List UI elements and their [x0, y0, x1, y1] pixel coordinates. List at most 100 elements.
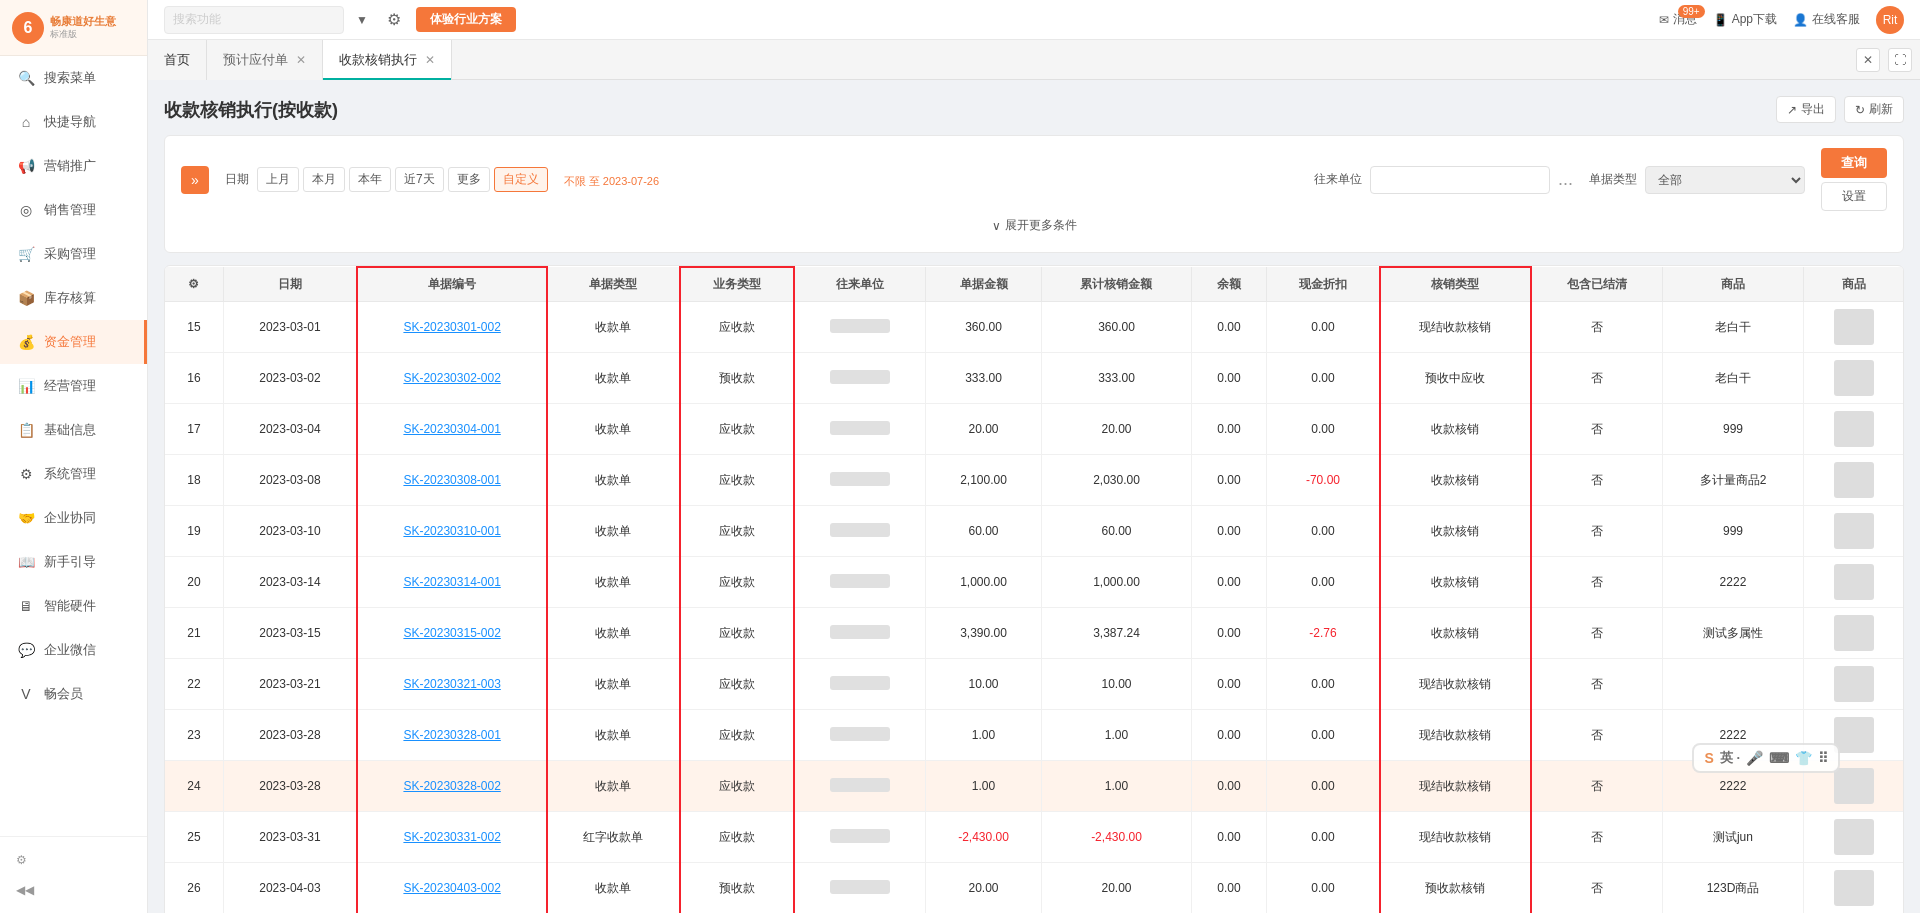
date-btn-last-month[interactable]: 上月 [257, 167, 299, 192]
unit-input[interactable] [1370, 166, 1550, 194]
td-bill-type: 收款单 [547, 404, 679, 455]
tab-expand-btn[interactable]: ⛶ [1888, 48, 1912, 72]
sidebar-item-finance[interactable]: 💰 资金管理 [0, 320, 147, 364]
td-order-no[interactable]: SK-20230301-002 [357, 302, 547, 353]
td-biz-type: 应收款 [680, 608, 794, 659]
topbar-messages[interactable]: ✉ 消息 99+ [1659, 11, 1697, 28]
td-include-settled: 否 [1531, 353, 1663, 404]
expand-more-btn[interactable]: ∨ 展开更多条件 [181, 211, 1887, 240]
td-balance: 0.00 [1191, 812, 1266, 863]
watermark-grid[interactable]: ⠿ [1818, 750, 1828, 766]
td-order-no[interactable]: SK-20230328-001 [357, 710, 547, 761]
td-order-no[interactable]: SK-20230308-001 [357, 455, 547, 506]
filter-settings-btn[interactable]: 设置 [1821, 182, 1887, 211]
td-biz-type: 应收款 [680, 302, 794, 353]
sidebar-item-enterprise[interactable]: 🤝 企业协同 [0, 496, 147, 540]
td-order-no[interactable]: SK-20230321-003 [357, 659, 547, 710]
date-btn-this-year[interactable]: 本年 [349, 167, 391, 192]
sidebar-item-system[interactable]: ⚙ 系统管理 [0, 452, 147, 496]
table-row: 16 2023-03-02 SK-20230302-002 收款单 预收款 33… [165, 353, 1903, 404]
sidebar-item-search[interactable]: 🔍 搜索菜单 [0, 56, 147, 100]
filter-toggle-btn[interactable]: » [181, 166, 209, 194]
topbar-dropdown[interactable]: ▼ [352, 13, 372, 27]
order-no-link[interactable]: SK-20230304-001 [403, 422, 500, 436]
chevron-down-icon: ▼ [356, 13, 368, 27]
date-btn-7days[interactable]: 近7天 [395, 167, 444, 192]
td-goods2 [1804, 404, 1903, 455]
td-nuke-type: 现结收款核销 [1380, 761, 1531, 812]
user-avatar[interactable]: Rit [1876, 6, 1904, 34]
order-no-link[interactable]: SK-20230308-001 [403, 473, 500, 487]
td-no: 16 [165, 353, 223, 404]
query-btn[interactable]: 查询 [1821, 148, 1887, 178]
order-no-link[interactable]: SK-20230301-002 [403, 320, 500, 334]
td-order-no[interactable]: SK-20230331-002 [357, 812, 547, 863]
partner-blurred [830, 472, 890, 486]
sidebar-item-hardware[interactable]: 🖥 智能硬件 [0, 584, 147, 628]
sidebar-item-wechat[interactable]: 💬 企业微信 [0, 628, 147, 672]
order-no-link[interactable]: SK-20230314-001 [403, 575, 500, 589]
sidebar-item-quicknav[interactable]: ⌂ 快捷导航 [0, 100, 147, 144]
bill-type-select[interactable]: 全部 [1645, 166, 1805, 194]
tab-prepay-close[interactable]: ✕ [296, 53, 306, 67]
td-order-no[interactable]: SK-20230310-001 [357, 506, 547, 557]
order-no-link[interactable]: SK-20230403-002 [403, 881, 500, 895]
topbar-online-service[interactable]: 👤 在线客服 [1793, 11, 1860, 28]
date-btn-more[interactable]: 更多 [448, 167, 490, 192]
td-no: 21 [165, 608, 223, 659]
export-btn[interactable]: ↗ 导出 [1776, 96, 1836, 123]
td-order-no[interactable]: SK-20230304-001 [357, 404, 547, 455]
topbar-app-download[interactable]: 📱 App下载 [1713, 11, 1777, 28]
industry-btn[interactable]: 体验行业方案 [416, 7, 516, 32]
sidebar-item-operation[interactable]: 📊 经营管理 [0, 364, 147, 408]
sidebar-settings-btn[interactable]: ⚙ [0, 845, 147, 875]
sidebar-item-basic[interactable]: 📋 基础信息 [0, 408, 147, 452]
mobile-icon: 📱 [1713, 13, 1728, 27]
td-goods2 [1804, 353, 1903, 404]
order-no-link[interactable]: SK-20230331-002 [403, 830, 500, 844]
date-btn-this-month[interactable]: 本月 [303, 167, 345, 192]
tab-collect-close[interactable]: ✕ [425, 53, 435, 67]
tab-collect[interactable]: 收款核销执行 ✕ [323, 40, 452, 80]
td-bill-type: 收款单 [547, 506, 679, 557]
sidebar-item-guide[interactable]: 📖 新手引导 [0, 540, 147, 584]
tab-home[interactable]: 首页 [148, 40, 207, 80]
filter-unit-group: 往来单位 ... [1314, 166, 1573, 194]
tab-close-btn[interactable]: ✕ [1856, 48, 1880, 72]
td-order-no[interactable]: SK-20230328-002 [357, 761, 547, 812]
td-balance: 0.00 [1191, 353, 1266, 404]
sidebar-item-marketing[interactable]: 📢 营销推广 [0, 144, 147, 188]
td-nuke-type: 预收款核销 [1380, 863, 1531, 914]
order-no-link[interactable]: SK-20230328-001 [403, 728, 500, 742]
order-no-link[interactable]: SK-20230315-002 [403, 626, 500, 640]
topbar-search-box[interactable]: 搜索功能 [164, 6, 344, 34]
td-bill-type: 红字收款单 [547, 812, 679, 863]
order-no-link[interactable]: SK-20230302-002 [403, 371, 500, 385]
watermark-keyboard[interactable]: ⌨ [1769, 750, 1789, 766]
td-order-no[interactable]: SK-20230302-002 [357, 353, 547, 404]
sidebar-collapse-btn[interactable]: ◀◀ [0, 875, 147, 905]
sidebar-item-purchase[interactable]: 🛒 采购管理 [0, 232, 147, 276]
tab-prepay[interactable]: 预计应付单 ✕ [207, 40, 323, 80]
td-include-settled: 否 [1531, 506, 1663, 557]
order-no-link[interactable]: SK-20230310-001 [403, 524, 500, 538]
sidebar-item-sales[interactable]: ◎ 销售管理 [0, 188, 147, 232]
td-amount: 3,390.00 [925, 608, 1042, 659]
refresh-btn[interactable]: ↻ 刷新 [1844, 96, 1904, 123]
sidebar-item-member[interactable]: V 畅会员 [0, 672, 147, 716]
expand-label: 展开更多条件 [1005, 217, 1077, 234]
td-order-no[interactable]: SK-20230314-001 [357, 557, 547, 608]
order-no-link[interactable]: SK-20230321-003 [403, 677, 500, 691]
date-btn-custom[interactable]: 自定义 [494, 167, 548, 192]
watermark-shirt[interactable]: 👕 [1795, 750, 1812, 766]
order-no-link[interactable]: SK-20230328-002 [403, 779, 500, 793]
watermark-mic[interactable]: 🎤 [1746, 750, 1763, 766]
td-verify-amount: 1,000.00 [1042, 557, 1191, 608]
topbar-gear-btn[interactable]: ⚙ [380, 6, 408, 34]
sidebar-item-inventory[interactable]: 📦 库存核算 [0, 276, 147, 320]
td-order-no[interactable]: SK-20230403-002 [357, 863, 547, 914]
bill-type-label: 单据类型 [1589, 171, 1637, 188]
td-order-no[interactable]: SK-20230315-002 [357, 608, 547, 659]
unit-dots[interactable]: ... [1558, 169, 1573, 190]
td-verify-amount: 2,030.00 [1042, 455, 1191, 506]
